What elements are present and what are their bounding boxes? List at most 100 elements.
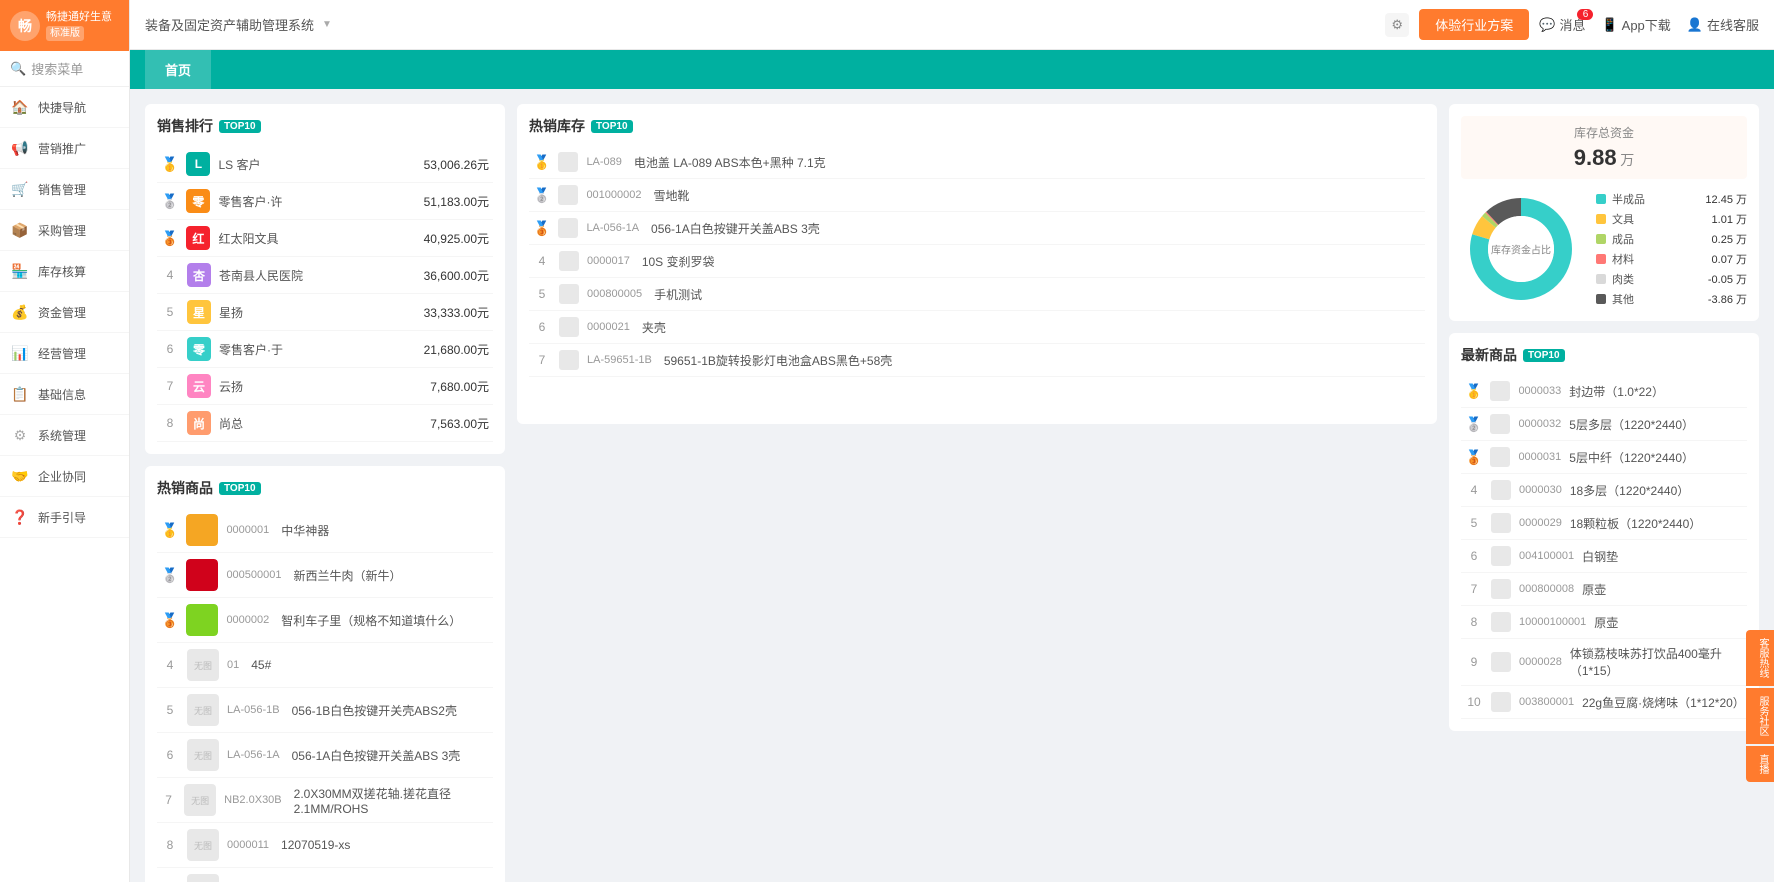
legend-item: 半成品 12.45 万 [1596,191,1747,207]
chart-area: 库存资金占比 半成品 12.45 万 文具 1.01 万 成品 0.25 万 材… [1461,189,1747,309]
hot-products-list: 🥇 0000001 中华神器 🥈 000500001 新西兰牛肉（新牛） 🥉 0… [157,508,493,882]
hot-stock-title: 热销库存 TOP10 [529,116,1425,136]
topbar: 装备及固定资产辅助管理系统 ▼ ⚙ 体验行业方案 💬 消息 6 📱 App下载 … [130,0,1774,50]
new-products-title: 最新商品 TOP10 [1461,345,1747,365]
nav-tabs: 首页 [130,50,1774,89]
settings-button[interactable]: ⚙ [1385,13,1409,37]
new-product-row: 🥉 0000031 5层中纤（1220*2440） [1461,441,1747,474]
sales-rank-title: 销售排行 TOP10 [157,116,493,136]
float-btn-2[interactable]: 直播 [1746,746,1774,782]
home-icon: 🏠 [10,97,30,117]
sidebar-item-finance[interactable]: 💰 资金管理 [0,292,129,333]
purchase-icon: 📦 [10,220,30,240]
new-product-row: 7 000800008 原壶 [1461,573,1747,606]
product-row: 8 无图 0000011 12070519-xs [157,823,493,868]
donut-center-label: 库存资金占比 [1491,242,1551,257]
inventory-card: 库存总资金 9.88 万 [1449,104,1759,321]
online-service-button[interactable]: 👤 在线客服 [1687,15,1759,34]
stock-row: 6 0000021 夹壳 [529,311,1425,344]
rank-row: 7 云 云扬 7,680.00元 [157,368,493,405]
stock-row: 4 0000017 10S 变刹罗袋 [529,245,1425,278]
hot-products-title: 热销商品 TOP10 [157,478,493,498]
topbar-right: 💬 消息 6 📱 App下载 👤 在线客服 [1539,15,1759,34]
legend-list: 半成品 12.45 万 文具 1.01 万 成品 0.25 万 材料 0.07 … [1596,191,1747,307]
rank-row: 🥈 零 零售客户·许 51,183.00元 [157,183,493,220]
try-button[interactable]: 体验行业方案 [1419,9,1529,40]
product-row: 🥇 0000001 中华神器 [157,508,493,553]
tab-home[interactable]: 首页 [145,50,211,89]
legend-item: 其他 -3.86 万 [1596,291,1747,307]
rank-row: 6 零 零售客户·于 21,680.00元 [157,331,493,368]
product-row: 5 无图 LA-056-1B 056-1B白色按键开关壳ABS2壳 [157,688,493,733]
message-icon: 💬 [1539,17,1555,33]
legend-item: 文具 1.01 万 [1596,211,1747,227]
float-buttons: 客服热线服务社区直播 [1746,630,1774,782]
inventory-icon: 🏪 [10,261,30,281]
dropdown-icon[interactable]: ▼ [322,19,332,30]
rank-row: 🥉 红 红太阳文具 40,925.00元 [157,220,493,257]
sales-icon: 🛒 [10,179,30,199]
rank-row: 8 尚 尚总 7,563.00元 [157,405,493,442]
new-product-row: 9 0000028 体锁荔枝味苏打饮品400毫升（1*15） [1461,639,1747,686]
operation-icon: 📊 [10,343,30,363]
marketing-icon: 📢 [10,138,30,158]
sidebar-item-corp[interactable]: 🤝 企业协同 [0,456,129,497]
stock-row: 7 LA-59651-1B 59651-1B旋转投影灯电池盒ABS黑色+58壳 [529,344,1425,377]
hot-stock-list: 🥇 LA-089 电池盖 LA-089 ABS本色+黑种 7.1克 🥈 0010… [529,146,1425,377]
message-button[interactable]: 💬 消息 6 [1539,15,1585,34]
sidebar-item-purchase[interactable]: 📦 采购管理 [0,210,129,251]
sidebar-item-newbie[interactable]: ❓ 新手引导 [0,497,129,538]
sidebar-item-sys[interactable]: ⚙ 系统管理 [0,415,129,456]
sidebar-item-marketing[interactable]: 📢 营销推广 [0,128,129,169]
new-product-row: 8 10000100001 原壶 [1461,606,1747,639]
product-row: 6 无图 LA-056-1A 056-1A白色按键开关盖ABS 3壳 [157,733,493,778]
product-row: 7 无图 NB2.0X30B 2.0X30MM双搓花轴.搓花直径2.1MM/RO… [157,778,493,823]
stock-row: 🥈 001000002 雪地靴 [529,179,1425,212]
new-product-row: 6 004100001 白钢垫 [1461,540,1747,573]
hot-products-card: 热销商品 TOP10 🥇 0000001 中华神器 🥈 000500001 新西… [145,466,505,882]
col-left: 销售排行 TOP10 🥇 L LS 客户 53,006.26元 🥈 零 零售客户… [145,104,505,867]
donut-chart: 库存资金占比 [1461,189,1581,309]
new-product-row: 🥈 0000032 5层多层（1220*2440） [1461,408,1747,441]
inventory-total: 库存总资金 9.88 万 [1461,116,1747,179]
new-products-card: 最新商品 TOP10 🥇 0000033 封边带（1.0*22） 🥈 00000… [1449,333,1759,731]
product-row: 9 无图 KK-SD22110H 花语萌信温分罐罐袋（厚款） [157,868,493,882]
float-btn-0[interactable]: 客服热线 [1746,630,1774,686]
new-product-row: 🥇 0000033 封边带（1.0*22） [1461,375,1747,408]
product-row: 4 无图 01 45# [157,643,493,688]
hot-stock-card: 热销库存 TOP10 🥇 LA-089 电池盖 LA-089 ABS本色+黑种 … [517,104,1437,424]
new-products-list: 🥇 0000033 封边带（1.0*22） 🥈 0000032 5层多层（122… [1461,375,1747,719]
sidebar-item-quick-nav[interactable]: 🏠 快捷导航 [0,87,129,128]
legend-item: 材料 0.07 万 [1596,251,1747,267]
legend-item: 成品 0.25 万 [1596,231,1747,247]
basic-icon: 📋 [10,384,30,404]
finance-icon: 💰 [10,302,30,322]
newbie-icon: ❓ [10,507,30,527]
rank-row: 5 星 星扬 33,333.00元 [157,294,493,331]
sidebar: 畅 畅捷通好生意 标准版 🔍 搜索菜单 🏠 快捷导航 📢 营销推广 🛒 销售管理… [0,0,130,882]
sales-rank-list: 🥇 L LS 客户 53,006.26元 🥈 零 零售客户·许 51,183.0… [157,146,493,442]
sidebar-item-inventory[interactable]: 🏪 库存核算 [0,251,129,292]
new-product-row: 4 0000030 18多层（1220*2440） [1461,474,1747,507]
logo-text: 畅捷通好生意 标准版 [46,10,112,41]
col-mid: 热销库存 TOP10 🥇 LA-089 电池盖 LA-089 ABS本色+黑种 … [517,104,1437,867]
legend-item: 肉类 -0.05 万 [1596,271,1747,287]
search-menu[interactable]: 🔍 搜索菜单 [0,51,129,87]
app-download-button[interactable]: 📱 App下载 [1601,15,1670,34]
sidebar-item-basic[interactable]: 📋 基础信息 [0,374,129,415]
new-product-row: 10 003800001 22g鱼豆腐·烧烤味（1*12*20） [1461,686,1747,719]
sales-rank-card: 销售排行 TOP10 🥇 L LS 客户 53,006.26元 🥈 零 零售客户… [145,104,505,454]
content-area: 销售排行 TOP10 🥇 L LS 客户 53,006.26元 🥈 零 零售客户… [130,89,1774,882]
corp-icon: 🤝 [10,466,30,486]
search-icon: 🔍 [10,61,26,77]
product-row: 🥉 0000002 智利车子里（规格不知道填什么） [157,598,493,643]
rank-row: 4 杏 苍南县人民医院 36,600.00元 [157,257,493,294]
sidebar-item-sales[interactable]: 🛒 销售管理 [0,169,129,210]
float-btn-1[interactable]: 服务社区 [1746,688,1774,744]
app-logo: 畅 畅捷通好生意 标准版 [0,0,129,51]
logo-icon: 畅 [10,11,40,41]
stock-row: 🥇 LA-089 电池盖 LA-089 ABS本色+黑种 7.1克 [529,146,1425,179]
stock-row: 5 000800005 手机测试 [529,278,1425,311]
sys-icon: ⚙ [10,425,30,445]
sidebar-item-operation[interactable]: 📊 经营管理 [0,333,129,374]
